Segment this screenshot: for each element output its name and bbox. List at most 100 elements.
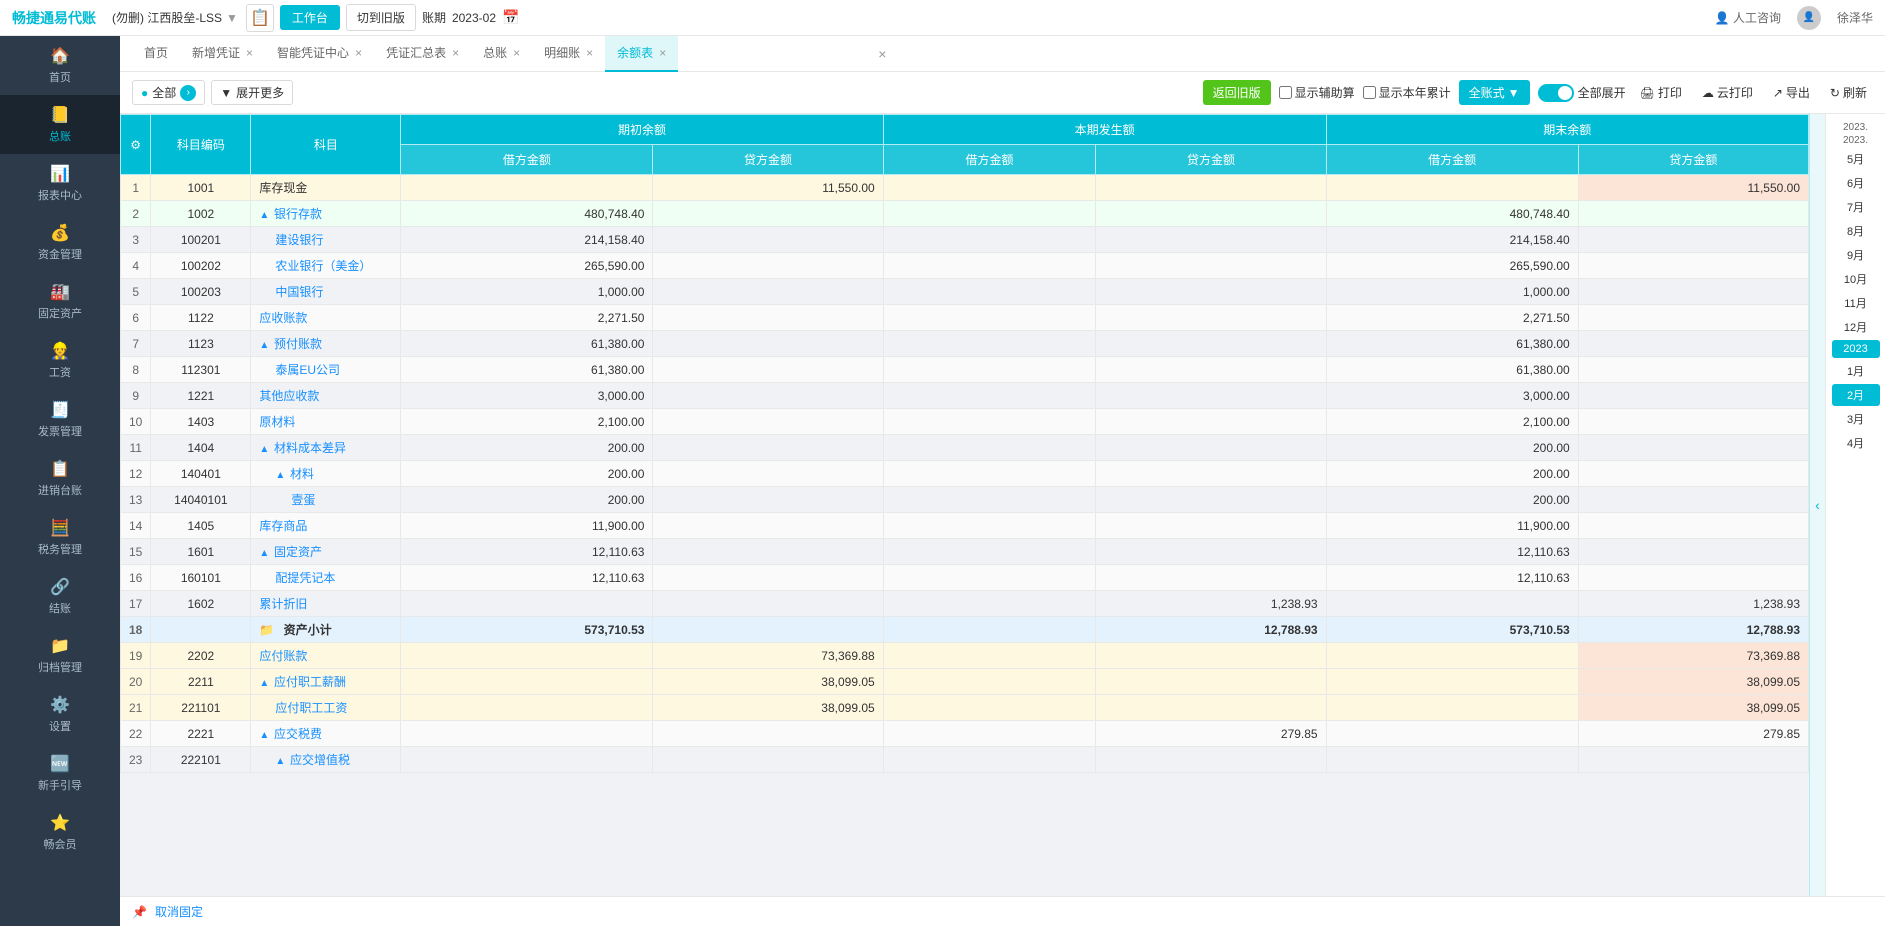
year-2023[interactable]: 2023 (1832, 340, 1880, 358)
workbench-button[interactable]: 工作台 (280, 5, 340, 30)
switch-old-button[interactable]: 切到旧版 (346, 4, 416, 31)
tab-detail-ledger[interactable]: 明细账 × (532, 36, 605, 72)
tab-smart-voucher[interactable]: 智能凭证中心 × (265, 36, 374, 72)
panel-toggle[interactable]: ‹ (1809, 114, 1825, 896)
subject-link[interactable]: 库存商品 (259, 519, 307, 533)
expand-arrow-icon[interactable]: ▲ (259, 210, 272, 221)
row-name[interactable]: ▲ 应交增值税 (251, 747, 401, 773)
month-4[interactable]: 4月 (1832, 432, 1880, 454)
subject-link[interactable]: 中国银行 (275, 285, 323, 299)
show-year-checkbox[interactable]: 显示本年累计 (1363, 84, 1451, 101)
show-aux-input[interactable] (1279, 86, 1292, 99)
sidebar-item-guide[interactable]: 🆕 新手引导 (0, 744, 120, 803)
tab-smart-voucher-close[interactable]: × (355, 46, 362, 60)
row-name[interactable]: 应付职工工资 (251, 695, 401, 721)
row-name[interactable]: ▲ 应交税费 (251, 721, 401, 747)
sidebar-item-ledger[interactable]: 📒 总账 (0, 95, 120, 154)
subject-link[interactable]: 泰属EU公司 (275, 363, 340, 377)
month-6[interactable]: 6月 (1832, 172, 1880, 194)
expand-arrow-icon[interactable]: ▲ (259, 730, 272, 741)
tab-voucher-summary[interactable]: 凭证汇总表 × (374, 36, 471, 72)
month-10[interactable]: 10月 (1832, 268, 1880, 290)
month-1[interactable]: 1月 (1832, 360, 1880, 382)
subject-link[interactable]: 预付账款 (274, 337, 322, 351)
expand-all-toggle[interactable]: 全部展开 (1538, 84, 1626, 102)
tab-voucher-summary-close[interactable]: × (452, 46, 459, 60)
month-7[interactable]: 7月 (1832, 196, 1880, 218)
row-name[interactable]: ▲ 银行存款 (251, 201, 401, 227)
sidebar-item-capital[interactable]: 💰 资金管理 (0, 213, 120, 272)
row-name[interactable]: ▲ 应付职工薪酬 (251, 669, 401, 695)
month-2[interactable]: 2月 (1832, 384, 1880, 406)
tab-balance-table[interactable]: 余额表 × (605, 36, 678, 72)
company-selector[interactable]: (勿删) 江西股垒-LSS ▼ (112, 9, 238, 26)
cancel-fixed-btn[interactable]: 取消固定 (155, 903, 203, 920)
subject-link[interactable]: 原材料 (259, 415, 295, 429)
subject-link[interactable]: 累计折旧 (259, 597, 307, 611)
row-name[interactable]: 建设银行 (251, 227, 401, 253)
row-name[interactable]: 壹蛋 (251, 487, 401, 513)
sidebar-item-settings[interactable]: ⚙️ 设置 (0, 685, 120, 744)
show-aux-checkbox[interactable]: 显示辅助算 (1279, 84, 1355, 101)
expand-arrow-icon[interactable]: ▲ (275, 756, 288, 767)
subject-link[interactable]: 应付账款 (259, 649, 307, 663)
print-btn[interactable]: 🖨 打印 (1634, 81, 1688, 104)
row-name[interactable]: 应付账款 (251, 643, 401, 669)
month-8[interactable]: 8月 (1832, 220, 1880, 242)
table-settings-icon[interactable]: ⚙ (130, 138, 141, 152)
th-settings[interactable]: ⚙ (121, 115, 151, 175)
row-name[interactable]: 泰属EU公司 (251, 357, 401, 383)
row-name[interactable]: ▲ 预付账款 (251, 331, 401, 357)
subject-link[interactable]: 应付职工工资 (275, 701, 347, 715)
tab-general-ledger-close[interactable]: × (513, 46, 520, 60)
filter-all-btn[interactable]: ● 全部 › (132, 80, 205, 105)
expand-arrow-icon[interactable]: ▲ (275, 470, 288, 481)
row-name[interactable]: 原材料 (251, 409, 401, 435)
copy-icon[interactable]: 📋 (246, 4, 274, 32)
show-year-input[interactable] (1363, 86, 1376, 99)
month-12[interactable]: 12月 (1832, 316, 1880, 338)
subject-link[interactable]: 壹蛋 (291, 493, 315, 507)
subject-link[interactable]: 固定资产 (274, 545, 322, 559)
subject-link[interactable]: 农业银行（美金） (275, 259, 371, 273)
subject-link[interactable]: 应收账款 (259, 311, 307, 325)
sidebar-item-vip[interactable]: ⭐ 畅会员 (0, 803, 120, 862)
expand-arrow-icon[interactable]: ▲ (259, 678, 272, 689)
subject-link[interactable]: 建设银行 (275, 233, 323, 247)
sidebar-item-invoice[interactable]: 🧾 发票管理 (0, 390, 120, 449)
subject-link[interactable]: 银行存款 (274, 207, 322, 221)
expand-more-btn[interactable]: ▼ 展开更多 (211, 80, 293, 105)
sidebar-item-sales[interactable]: 📋 进销台账 (0, 449, 120, 508)
subject-link[interactable]: 材料成本差异 (274, 441, 346, 455)
tab-general-ledger[interactable]: 总账 × (471, 36, 532, 72)
sidebar-item-tax[interactable]: 🧮 税务管理 (0, 508, 120, 567)
subject-link[interactable]: 应交税费 (274, 727, 322, 741)
cloud-print-btn[interactable]: ☁ 云打印 (1696, 81, 1759, 104)
tab-close-all[interactable]: × (878, 46, 886, 62)
export-btn[interactable]: ↗ 导出 (1767, 81, 1816, 104)
tab-balance-close[interactable]: × (659, 46, 666, 60)
subject-link[interactable]: 应交增值税 (290, 753, 350, 767)
tab-home[interactable]: 首页 (132, 36, 180, 72)
row-name[interactable]: 库存商品 (251, 513, 401, 539)
subject-link[interactable]: 应付职工薪酬 (274, 675, 346, 689)
row-name[interactable]: ▲ 材料成本差异 (251, 435, 401, 461)
sidebar-item-home[interactable]: 🏠 首页 (0, 36, 120, 95)
refresh-btn[interactable]: ↻ 刷新 (1824, 81, 1873, 104)
sidebar-item-closing[interactable]: 🔗 结账 (0, 567, 120, 626)
expand-arrow-icon[interactable]: ▲ (259, 444, 272, 455)
expand-all-toggle-switch[interactable] (1538, 84, 1574, 102)
row-name[interactable]: 累计折旧 (251, 591, 401, 617)
expand-arrow-icon[interactable]: ▲ (259, 340, 272, 351)
row-name[interactable]: ▲ 材料 (251, 461, 401, 487)
month-3[interactable]: 3月 (1832, 408, 1880, 430)
row-name[interactable]: 中国银行 (251, 279, 401, 305)
consult-label[interactable]: 👤 人工咨询 (1715, 9, 1781, 26)
tab-new-voucher-close[interactable]: × (246, 46, 253, 60)
subject-link[interactable]: 配提凭记本 (275, 571, 335, 585)
month-11[interactable]: 11月 (1832, 292, 1880, 314)
sidebar-item-assets[interactable]: 🏭 固定资产 (0, 272, 120, 331)
row-name[interactable]: 应收账款 (251, 305, 401, 331)
sidebar-item-archive[interactable]: 📁 归档管理 (0, 626, 120, 685)
subject-link[interactable]: 材料 (290, 467, 314, 481)
